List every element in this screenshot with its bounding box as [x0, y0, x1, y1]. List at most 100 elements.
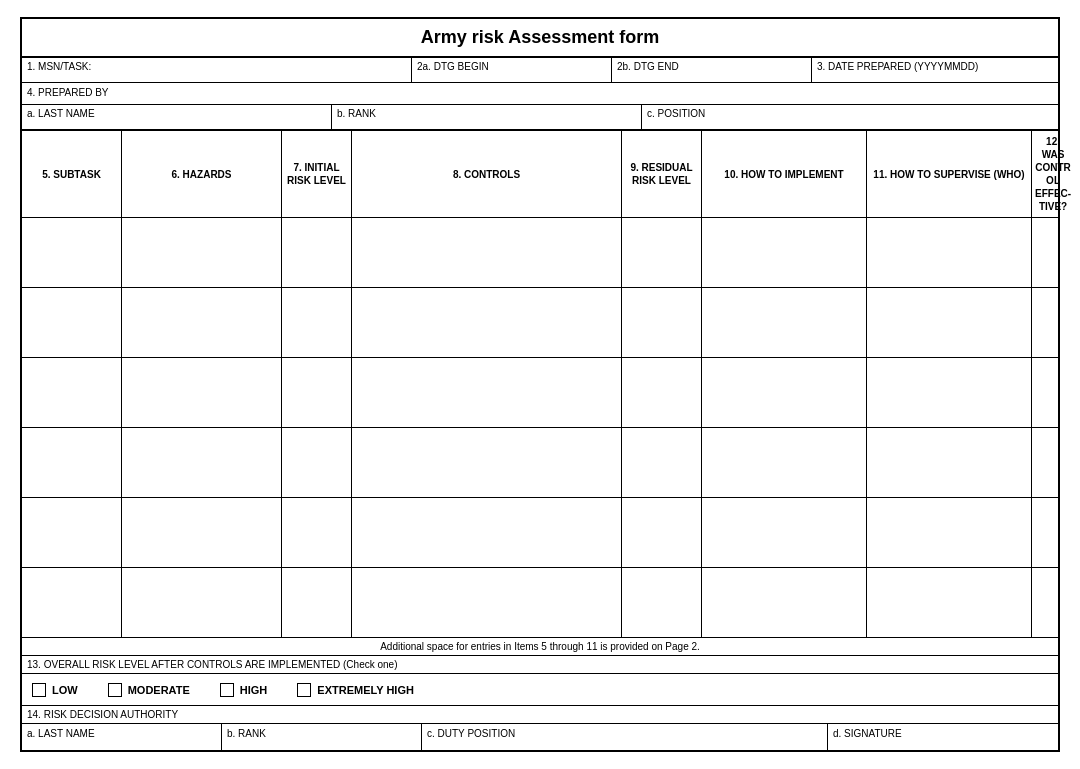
data-cell-hazards-2[interactable] [122, 358, 282, 427]
auth-rank-label: b. RANK [227, 728, 266, 739]
position-cell: c. POSITION [642, 105, 1058, 129]
data-cell-initial_risk-1[interactable] [282, 288, 352, 357]
data-cell-residual-2[interactable] [622, 358, 702, 427]
data-cell-initial_risk-4[interactable] [282, 498, 352, 567]
rank-label: b. RANK [337, 108, 376, 119]
dtg-end-label: 2b. DTG END [617, 61, 679, 72]
army-risk-assessment-form: Army risk Assessment form 1. MSN/TASK: 2… [20, 17, 1060, 752]
data-cell-residual-3[interactable] [622, 428, 702, 497]
auth-lastname-cell: a. LAST NAME [22, 724, 222, 750]
header-controls: 8. CONTROLS [352, 131, 622, 217]
prepared-by-label: 4. PREPARED BY [27, 87, 109, 98]
checkbox-moderate-label: MODERATE [128, 684, 190, 696]
last-name-cell: a. LAST NAME [22, 105, 332, 129]
msn-cell: 1. MSN/TASK: [22, 58, 412, 82]
data-cell-hazards-1[interactable] [122, 288, 282, 357]
header-hazards: 6. HAZARDS [122, 131, 282, 217]
data-cell-implement-3[interactable] [702, 428, 867, 497]
data-cell-hazards-0[interactable] [122, 218, 282, 287]
rank-cell: b. RANK [332, 105, 642, 129]
data-cell-supervise-4[interactable] [867, 498, 1032, 567]
data-cell-implement-4[interactable] [702, 498, 867, 567]
data-cell-subtask-4[interactable] [22, 498, 122, 567]
data-cell-initial_risk-0[interactable] [282, 218, 352, 287]
table-row [22, 428, 1058, 498]
names-row: a. LAST NAME b. RANK c. POSITION [22, 105, 1058, 130]
header-subtask: 5. SUBTASK [22, 131, 122, 217]
data-cell-implement-1[interactable] [702, 288, 867, 357]
data-cell-controls-4[interactable] [352, 498, 622, 567]
data-cell-subtask-5[interactable] [22, 568, 122, 637]
checkbox-high-label: HIGH [240, 684, 268, 696]
data-cell-initial_risk-2[interactable] [282, 358, 352, 427]
checkbox-high-box[interactable] [220, 683, 234, 697]
form-title: Army risk Assessment form [22, 19, 1058, 58]
table-row [22, 218, 1058, 288]
table-row [22, 568, 1058, 638]
data-cell-subtask-2[interactable] [22, 358, 122, 427]
checkbox-low[interactable]: LOW [32, 683, 78, 697]
data-cell-subtask-0[interactable] [22, 218, 122, 287]
data-cell-residual-4[interactable] [622, 498, 702, 567]
data-cell-implement-5[interactable] [702, 568, 867, 637]
data-cell-initial_risk-3[interactable] [282, 428, 352, 497]
data-cell-subtask-3[interactable] [22, 428, 122, 497]
date-prepared-cell: 3. DATE PREPARED (YYYYMMDD) [812, 58, 1058, 82]
data-cell-supervise-5[interactable] [867, 568, 1032, 637]
table-row [22, 358, 1058, 428]
header-supervise: 11. HOW TO SUPERVISE (WHO) [867, 131, 1032, 217]
overall-risk-label: 13. OVERALL RISK LEVEL AFTER CONTROLS AR… [22, 656, 1058, 674]
checkbox-moderate-box[interactable] [108, 683, 122, 697]
data-cell-implement-0[interactable] [702, 218, 867, 287]
data-cell-controls-2[interactable] [352, 358, 622, 427]
dtg-begin-cell: 2a. DTG BEGIN [412, 58, 612, 82]
data-cell-hazards-5[interactable] [122, 568, 282, 637]
checkbox-extremely-high-box[interactable] [297, 683, 311, 697]
data-cell-hazards-3[interactable] [122, 428, 282, 497]
data-cell-supervise-0[interactable] [867, 218, 1032, 287]
authority-fields-row: a. LAST NAME b. RANK c. DUTY POSITION d.… [22, 724, 1058, 750]
auth-rank-cell: b. RANK [222, 724, 422, 750]
data-cell-supervise-1[interactable] [867, 288, 1032, 357]
data-cell-effective-4[interactable] [1032, 498, 1058, 567]
last-name-label: a. LAST NAME [27, 108, 95, 119]
data-cell-controls-0[interactable] [352, 218, 622, 287]
data-cell-hazards-4[interactable] [122, 498, 282, 567]
data-cell-effective-2[interactable] [1032, 358, 1058, 427]
auth-sig-cell: d. SIGNATURE [828, 724, 1058, 750]
data-cell-controls-1[interactable] [352, 288, 622, 357]
overall-risk-label-text: 13. OVERALL RISK LEVEL AFTER CONTROLS AR… [27, 659, 398, 670]
data-cell-effective-5[interactable] [1032, 568, 1058, 637]
data-cell-residual-1[interactable] [622, 288, 702, 357]
risk-authority-label-row: 14. RISK DECISION AUTHORITY [22, 706, 1058, 724]
auth-duty-label: c. DUTY POSITION [427, 728, 515, 739]
auth-sig-label: d. SIGNATURE [833, 728, 902, 739]
data-cell-residual-0[interactable] [622, 218, 702, 287]
data-cell-residual-5[interactable] [622, 568, 702, 637]
header-residual: 9. RESIDUAL RISK LEVEL [622, 131, 702, 217]
data-cell-controls-5[interactable] [352, 568, 622, 637]
header-effective: 12. WAS CONTR OL EFFEC- TIVE? [1032, 131, 1074, 217]
data-cell-controls-3[interactable] [352, 428, 622, 497]
checkbox-moderate[interactable]: MODERATE [108, 683, 190, 697]
dtg-begin-label: 2a. DTG BEGIN [417, 61, 489, 72]
data-cell-effective-0[interactable] [1032, 218, 1058, 287]
msn-label: 1. MSN/TASK: [27, 61, 91, 72]
data-cell-initial_risk-5[interactable] [282, 568, 352, 637]
checkbox-low-label: LOW [52, 684, 78, 696]
data-cell-effective-3[interactable] [1032, 428, 1058, 497]
prepared-by-row: 4. PREPARED BY [22, 83, 1058, 105]
header-implement: 10. HOW TO IMPLEMENT [702, 131, 867, 217]
data-cell-implement-2[interactable] [702, 358, 867, 427]
checkbox-low-box[interactable] [32, 683, 46, 697]
data-cell-effective-1[interactable] [1032, 288, 1058, 357]
data-cell-supervise-2[interactable] [867, 358, 1032, 427]
table-row [22, 498, 1058, 568]
data-cell-subtask-1[interactable] [22, 288, 122, 357]
header-initial-risk: 7. INITIAL RISK LEVEL [282, 131, 352, 217]
checkbox-high[interactable]: HIGH [220, 683, 268, 697]
checkbox-extremely-high[interactable]: EXTREMELY HIGH [297, 683, 414, 697]
table-row [22, 288, 1058, 358]
additional-note: Additional space for entries in Items 5 … [22, 638, 1058, 656]
data-cell-supervise-3[interactable] [867, 428, 1032, 497]
